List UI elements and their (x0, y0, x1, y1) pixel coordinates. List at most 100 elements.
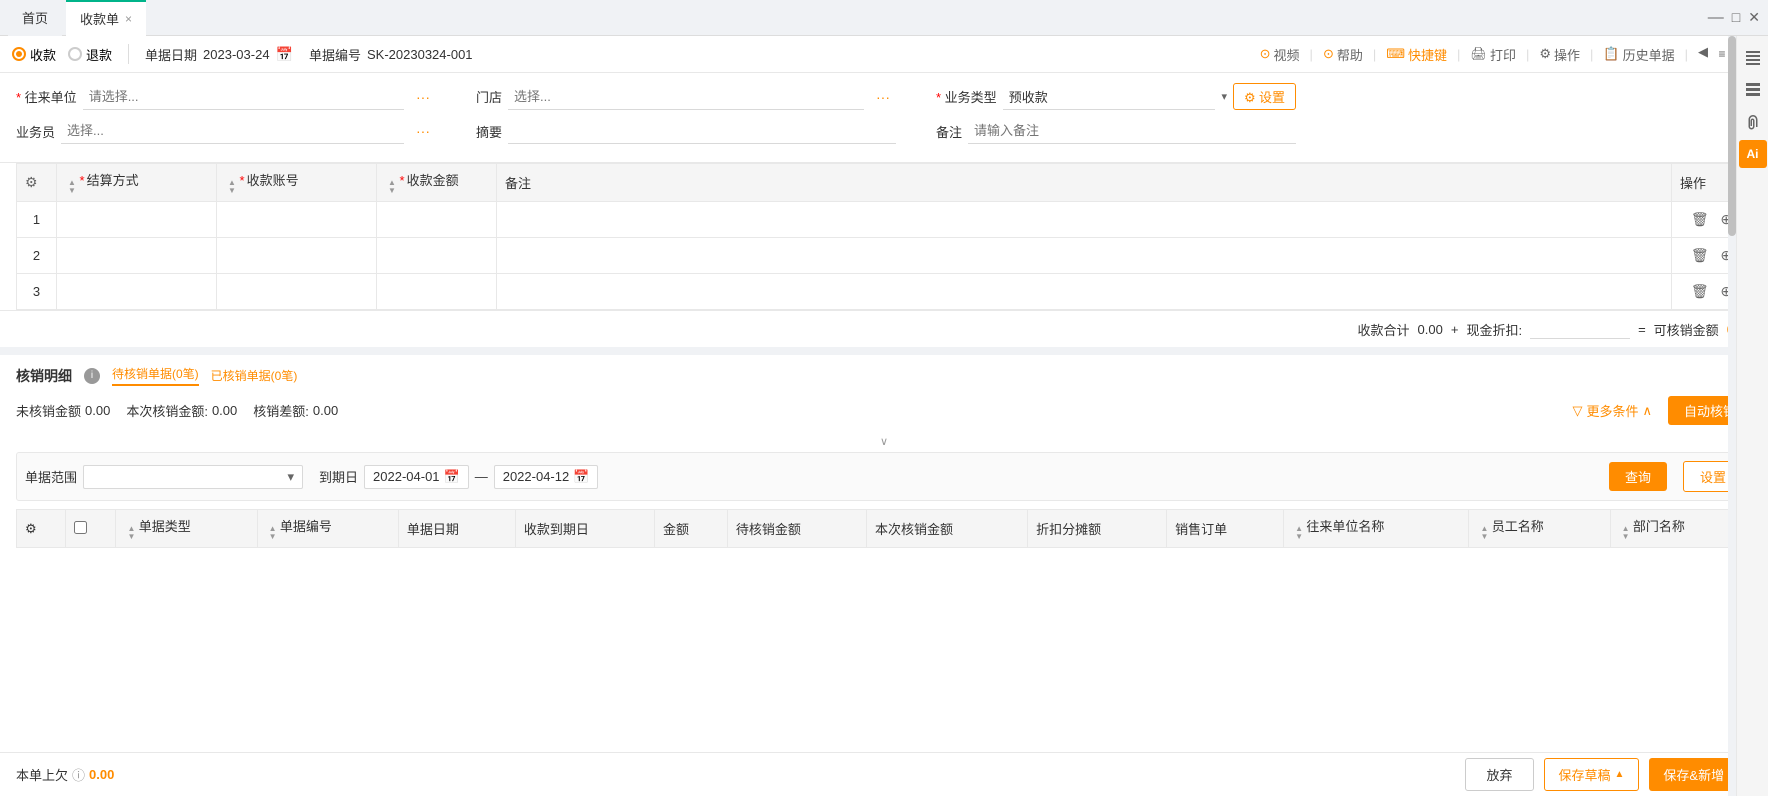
staff-input-wrap[interactable] (61, 118, 404, 144)
close-icon[interactable]: × (125, 12, 132, 26)
sidebar-ai-icon[interactable]: Ai (1739, 140, 1767, 168)
row-settle-1[interactable] (57, 202, 217, 238)
radio-receipt[interactable]: 收款 (12, 45, 56, 64)
delete-row-2-btn[interactable]: 🗑 (1687, 245, 1713, 266)
remark-input[interactable] (974, 123, 1290, 138)
gear-icon[interactable]: ⚙ (25, 174, 38, 190)
date-from-box[interactable]: 2022-04-01 📅 (364, 465, 469, 489)
range-select[interactable]: ▾ (83, 465, 303, 489)
th-note: 备注 (497, 164, 1672, 202)
calendar-icon[interactable]: 📅 (276, 46, 293, 63)
save-draft-btn[interactable]: 保存草稿 ▲ (1544, 758, 1640, 791)
sort-arrows-account[interactable]: ▲▼ (228, 179, 236, 195)
sort-arrows-amount[interactable]: ▲▼ (388, 179, 396, 195)
select-all-checkbox[interactable] (74, 521, 87, 534)
toolbar-right: ⊙ 视频 | ⊙ 帮助 | ⌨ 快捷键 | 🖨 打印 | ⚙ 操作 (1260, 44, 1756, 64)
staff-more-btn[interactable]: ··· (410, 123, 436, 139)
help-btn[interactable]: ⊙ 帮助 (1323, 45, 1363, 64)
partner-more-btn[interactable]: ··· (410, 89, 436, 105)
info-circle-icon[interactable]: ⓘ (72, 765, 85, 784)
row-settle-3[interactable] (57, 274, 217, 310)
stats-row: 未核销金额 0.00 本次核销金额: 0.00 核销差额: 0.00 ▽ 更多条… (16, 396, 1752, 425)
partner-input-wrap[interactable] (83, 84, 404, 110)
abandon-btn[interactable]: 放弃 (1465, 758, 1533, 791)
sort-partner[interactable]: ▲▼ (1295, 525, 1303, 541)
setting-btn[interactable]: ⚙ 设置 (1233, 83, 1296, 110)
done-tab[interactable]: 已核销单据(0笔) (211, 367, 298, 384)
sort-staff[interactable]: ▲▼ (1480, 525, 1488, 541)
partner-input[interactable] (89, 89, 398, 104)
date-to-box[interactable]: 2022-04-12 📅 (494, 465, 599, 489)
summary-input-wrap[interactable] (508, 118, 896, 144)
row-amount-3[interactable] (377, 274, 497, 310)
bottom-actions: 放弃 保存草稿 ▲ 保存&新增 ▲ (1465, 758, 1752, 791)
scrollbar-thumb[interactable] (1728, 36, 1736, 236)
sort-number[interactable]: ▲▼ (269, 525, 277, 541)
th-amount-label: 收款金额 (400, 173, 459, 188)
right-sidebar: Ai (1736, 36, 1768, 796)
maximize-icon[interactable]: □ (1732, 9, 1740, 27)
row-num-3: 3 (17, 274, 57, 310)
row-amount-1[interactable] (377, 202, 497, 238)
sidebar-list-icon[interactable] (1739, 76, 1767, 104)
sort-dept[interactable]: ▲▼ (1622, 525, 1630, 541)
remark-field: 备注 (936, 118, 1296, 144)
business-type-wrap[interactable]: 预收款 (1003, 84, 1216, 110)
chevron-left-icon[interactable]: ◀ (1698, 44, 1708, 64)
row-account-2[interactable] (217, 238, 377, 274)
print-btn[interactable]: 🖨 打印 (1470, 45, 1516, 64)
row-amount-2[interactable] (377, 238, 497, 274)
bth-settings[interactable]: ⚙ (17, 510, 66, 548)
calendar-from-icon[interactable]: 📅 (444, 469, 460, 485)
partner-label: 往来单位 (16, 87, 77, 106)
close-window-icon[interactable]: ✕ (1748, 9, 1760, 27)
sidebar-table-icon[interactable] (1739, 44, 1767, 72)
store-input-wrap[interactable] (508, 84, 864, 110)
chevron-down-icon[interactable]: ▾ (1221, 90, 1227, 103)
info-icon[interactable]: i (84, 368, 100, 384)
sidebar-attachment-icon[interactable] (1739, 108, 1767, 136)
th-account: ▲▼ 收款账号 (217, 164, 377, 202)
history-btn[interactable]: 📋 历史单据 (1603, 45, 1674, 64)
form-row-1: 往来单位 ··· 门店 ··· 业务类型 预收款 (16, 83, 1752, 110)
minimize-icon[interactable]: — (1708, 9, 1724, 27)
tab-home[interactable]: 首页 (8, 0, 62, 36)
range-field: 单据范围 ▾ (25, 465, 303, 489)
filter-more-btn[interactable]: ▽ 更多条件 ∧ (1572, 401, 1652, 420)
sort-type[interactable]: ▲▼ (127, 525, 135, 541)
operations-btn[interactable]: ⚙ 操作 (1539, 45, 1580, 64)
store-more-btn[interactable]: ··· (870, 89, 896, 105)
filter-icon: ▽ (1572, 403, 1582, 419)
shortcut-btn[interactable]: ⌨ 快捷键 (1386, 45, 1447, 64)
calendar-to-icon[interactable]: 📅 (573, 469, 589, 485)
row-note-1[interactable] (497, 202, 1672, 238)
row-account-3[interactable] (217, 274, 377, 310)
delete-row-3-btn[interactable]: 🗑 (1687, 281, 1713, 302)
staff-input[interactable] (67, 123, 398, 138)
form-row-2: 业务员 ··· 摘要 备注 (16, 118, 1752, 144)
sort-arrows-settle[interactable]: ▲▼ (68, 179, 76, 195)
delete-row-1-btn[interactable]: 🗑 (1687, 209, 1713, 230)
store-input[interactable] (514, 89, 858, 104)
row-note-2[interactable] (497, 238, 1672, 274)
discount-input[interactable] (1530, 319, 1630, 339)
pending-tab[interactable]: 待核销单据(0笔) (112, 365, 199, 386)
bth-staff: ▲▼ 员工名称 (1469, 510, 1610, 548)
th-settings[interactable]: ⚙ (17, 164, 57, 202)
row-num-2: 2 (17, 238, 57, 274)
tab-receipt[interactable]: 收款单 × (66, 0, 146, 36)
row-account-1[interactable] (217, 202, 377, 238)
gear-icon[interactable]: ⚙ (25, 521, 37, 536)
radio-refund[interactable]: 退款 (68, 45, 112, 64)
scrollbar[interactable] (1728, 36, 1736, 796)
business-type-label: 业务类型 (936, 87, 997, 106)
summary-input[interactable] (514, 123, 890, 138)
section-title: 核销明细 (16, 366, 72, 386)
remark-input-wrap[interactable] (968, 118, 1296, 144)
row-settle-2[interactable] (57, 238, 217, 274)
row-note-3[interactable] (497, 274, 1672, 310)
shortcut-label: 快捷键 (1408, 45, 1447, 64)
bth-checkbox[interactable] (65, 510, 116, 548)
video-btn[interactable]: ⊙ 视频 (1260, 45, 1300, 64)
query-btn[interactable]: 查询 (1609, 462, 1667, 491)
